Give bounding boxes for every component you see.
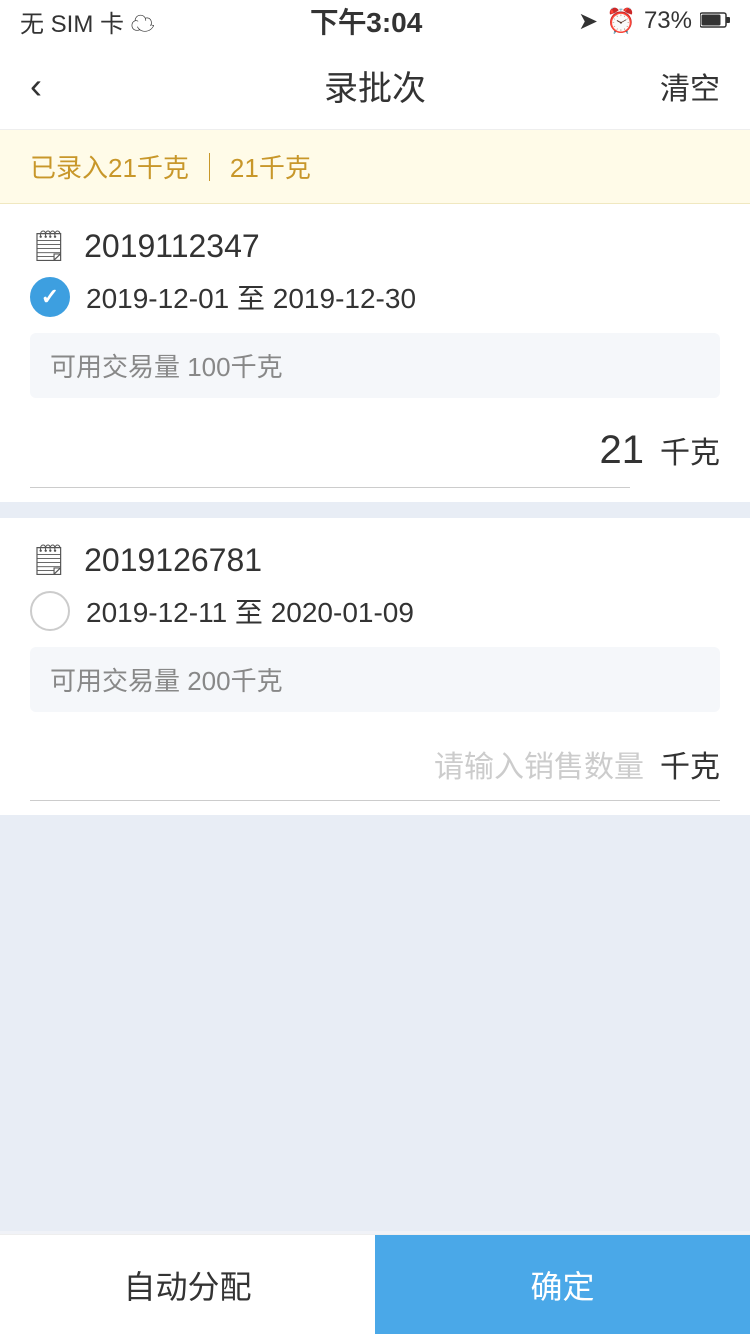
quantity-value-1: 21	[600, 428, 645, 473]
battery-icon	[700, 7, 730, 35]
back-button[interactable]: ‹	[30, 65, 90, 107]
batch-id-1: 2019112347	[84, 228, 260, 265]
info-value: 21千克	[230, 148, 311, 185]
battery-label: 73%	[644, 7, 692, 35]
batch-id-2: 2019126781	[84, 542, 262, 579]
sim-label: 无 SIM 卡 ☁	[20, 4, 155, 39]
status-right: ➤ ⏰ 73%	[578, 7, 730, 36]
input-row-2: 请输入销售数量 千克	[0, 732, 750, 800]
info-label: 已录入21千克	[30, 148, 189, 185]
batch-date-2: 2019-12-11 至 2020-01-09	[86, 591, 414, 631]
batch-date-row-1: 2019-12-01 至 2019-12-30	[0, 277, 750, 333]
bottom-section-divider	[0, 815, 750, 831]
spacer-1	[0, 488, 750, 502]
radio-btn-2[interactable]	[30, 591, 70, 631]
content-wrapper: 🗒 2019112347 2019-12-01 至 2019-12-30 可用交…	[0, 204, 750, 1331]
spacer-2	[0, 801, 750, 815]
info-banner: 已录入21千克 21千克	[0, 130, 750, 204]
batch-header-2: 🗒 2019126781	[0, 518, 750, 591]
clear-button[interactable]: 清空	[660, 64, 720, 108]
status-bar: 无 SIM 卡 ☁ 下午3:04 ➤ ⏰ 73%	[0, 0, 750, 42]
info-divider	[209, 153, 210, 181]
batch-available-2: 可用交易量 200千克	[30, 647, 720, 712]
page-title: 录批次	[324, 61, 426, 110]
status-time: 下午3:04	[310, 1, 422, 41]
batch-card-2: 🗒 2019126781 2019-12-11 至 2020-01-09 可用交…	[0, 518, 750, 815]
quantity-unit-1: 千克	[660, 428, 720, 472]
radio-btn-1[interactable]	[30, 277, 70, 317]
section-divider	[0, 502, 750, 518]
batch-date-1: 2019-12-01 至 2019-12-30	[86, 277, 416, 317]
confirm-button[interactable]: 确定	[375, 1235, 750, 1334]
clock-icon: ⏰	[606, 7, 636, 36]
empty-area	[0, 831, 750, 1231]
quantity-row-1: 21 千克	[0, 418, 750, 487]
auto-distribute-button[interactable]: 自动分配	[0, 1235, 375, 1334]
input-placeholder-2[interactable]: 请输入销售数量	[434, 742, 644, 786]
input-unit-2: 千克	[660, 742, 720, 786]
batch-date-row-2: 2019-12-11 至 2020-01-09	[0, 591, 750, 647]
status-left: 无 SIM 卡 ☁	[20, 4, 155, 39]
document-icon-2: 🗒	[30, 543, 68, 578]
batch-header-1: 🗒 2019112347	[0, 204, 750, 277]
bottom-bar: 自动分配 确定	[0, 1234, 750, 1334]
document-icon-1: 🗒	[30, 229, 68, 264]
nav-bar: ‹ 录批次 清空	[0, 42, 750, 130]
batch-available-1: 可用交易量 100千克	[30, 333, 720, 398]
location-icon: ➤	[578, 7, 598, 36]
batch-card-1: 🗒 2019112347 2019-12-01 至 2019-12-30 可用交…	[0, 204, 750, 502]
